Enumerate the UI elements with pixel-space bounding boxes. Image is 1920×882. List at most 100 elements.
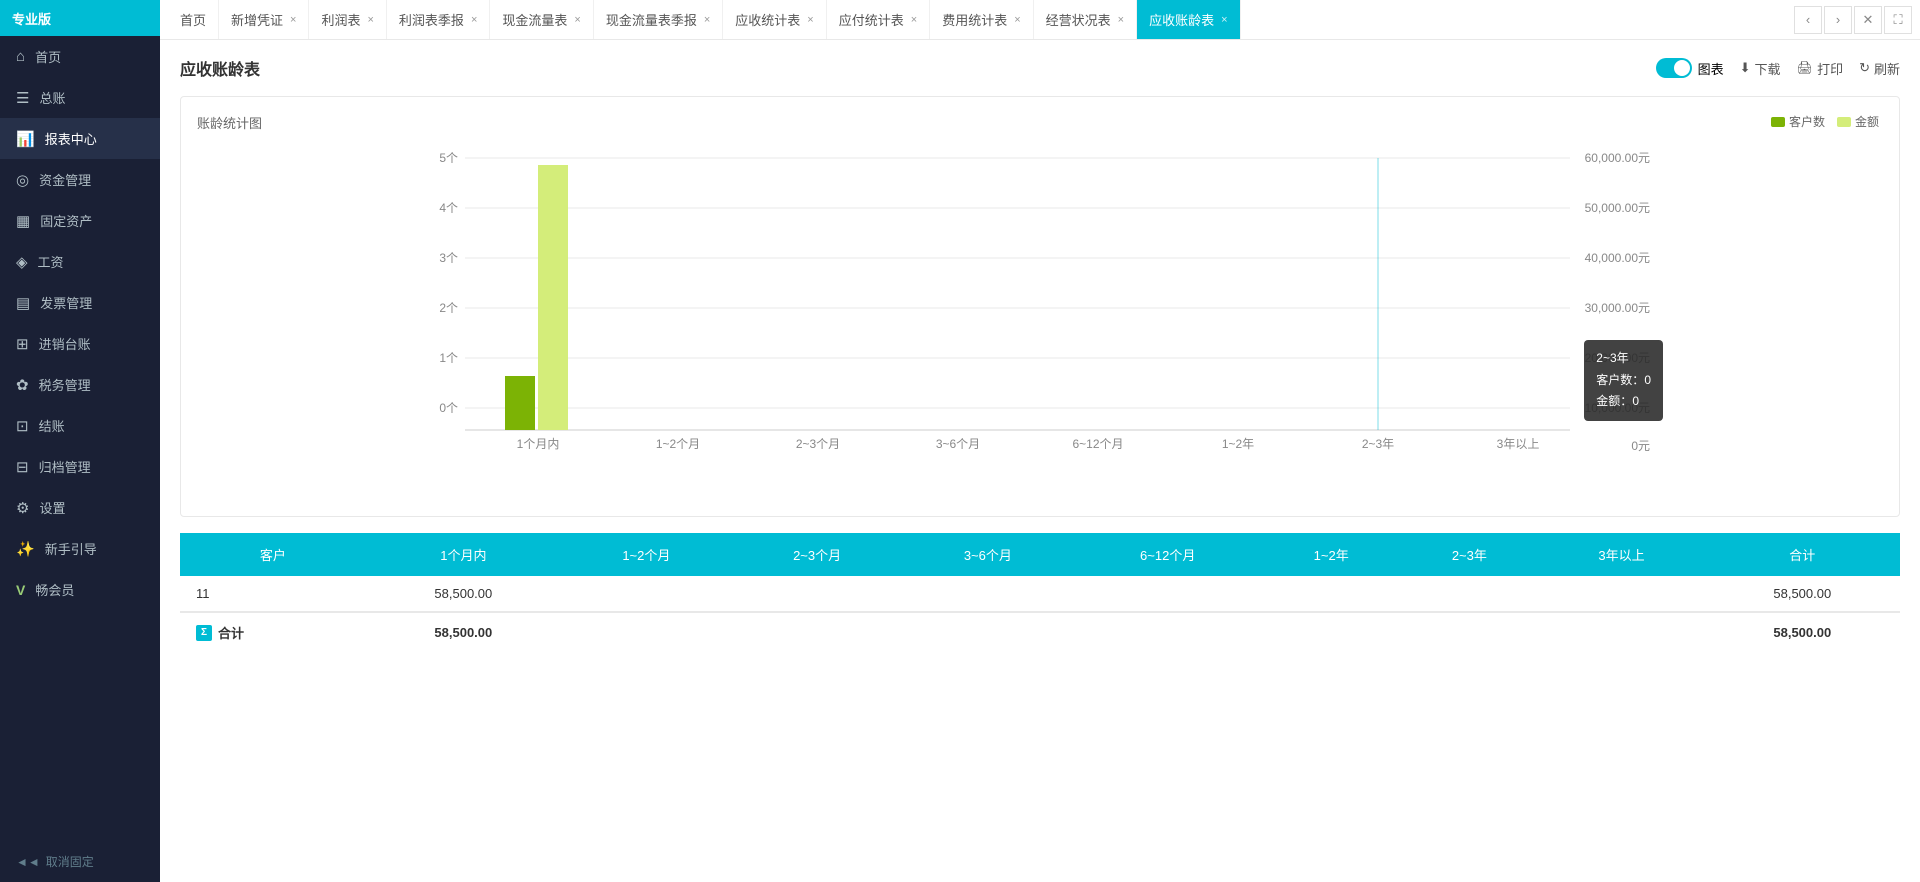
svg-text:3个: 3个 xyxy=(439,251,458,265)
toggle-knob[interactable] xyxy=(1656,58,1692,78)
sidebar-item-label: 税务管理 xyxy=(39,375,91,394)
svg-text:30,000.00元: 30,000.00元 xyxy=(1585,301,1650,315)
sidebar-item-settings[interactable]: ⚙ 设置 xyxy=(0,487,160,528)
total-label: Σ 合计 xyxy=(196,623,356,642)
tab-bar: 首页 新增凭证 × 利润表 × 利润表季报 × 现金流量表 × 现金流量表季报 … xyxy=(160,0,1920,40)
main-area: 首页 新增凭证 × 利润表 × 利润表季报 × 现金流量表 × 现金流量表季报 … xyxy=(160,0,1920,882)
sidebar-item-inventory[interactable]: ⊞ 进销台账 xyxy=(0,323,160,364)
chart-toggle-label: 图表 xyxy=(1698,59,1724,78)
tab-close-all[interactable]: ✕ xyxy=(1854,6,1882,34)
row-month3-6 xyxy=(902,576,1073,612)
table-header-row: 客户 1个月内 1~2个月 2~3个月 3~6个月 6~12个月 1~2年 2~… xyxy=(180,533,1900,576)
col-total: 合计 xyxy=(1705,533,1900,576)
tab-operations-close[interactable]: × xyxy=(1118,14,1124,26)
tab-cashflow-close[interactable]: × xyxy=(574,14,580,26)
tab-cashflow[interactable]: 现金流量表 × xyxy=(490,0,593,40)
tab-ar-stats[interactable]: 应收统计表 × xyxy=(723,0,826,40)
chart-svg: 5个 4个 3个 2个 1个 0个 60,000.00元 50,000.00元 … xyxy=(197,140,1883,480)
sidebar-item-salary[interactable]: ◈ 工资 xyxy=(0,241,160,282)
reports-icon: 📊 xyxy=(16,130,35,148)
sidebar-item-guide[interactable]: ✨ 新手引导 xyxy=(0,528,160,569)
svg-text:1~2个月: 1~2个月 xyxy=(656,437,700,451)
svg-text:6~12个月: 6~12个月 xyxy=(1072,437,1123,451)
tab-scroll-right[interactable]: › xyxy=(1824,6,1852,34)
svg-text:4个: 4个 xyxy=(439,201,458,215)
tab-voucher-close[interactable]: × xyxy=(290,14,296,26)
app-logo: 专业版 xyxy=(0,0,160,36)
download-label: 下载 xyxy=(1755,59,1781,78)
sidebar-item-assets[interactable]: ▦ 固定资产 xyxy=(0,200,160,241)
collapse-arrow-icon: ◄◄ xyxy=(16,855,40,869)
print-btn[interactable]: 🖨 打印 xyxy=(1797,59,1844,78)
col-month1-2: 1~2个月 xyxy=(561,533,732,576)
sidebar-item-vip[interactable]: V 畅会员 xyxy=(0,569,160,610)
tab-ap-stats-close[interactable]: × xyxy=(911,14,917,26)
row-total: 58,500.00 xyxy=(1705,576,1900,612)
home-icon: ⌂ xyxy=(16,48,25,65)
tab-expense-stats[interactable]: 费用统计表 × xyxy=(930,0,1033,40)
col-month3-6: 3~6个月 xyxy=(902,533,1073,576)
tab-ar-stats-close[interactable]: × xyxy=(807,14,813,26)
inventory-icon: ⊞ xyxy=(16,335,29,353)
refresh-btn[interactable]: ↻ 刷新 xyxy=(1859,59,1900,78)
svg-text:3年以上: 3年以上 xyxy=(1497,437,1540,451)
sidebar-item-label: 发票管理 xyxy=(40,293,92,312)
legend-customers: 客户数 xyxy=(1771,113,1825,130)
tab-profit-label: 利润表 xyxy=(321,10,360,29)
footer-month3-6 xyxy=(902,612,1073,652)
legend-amount-color xyxy=(1837,117,1851,127)
sidebar-item-archive[interactable]: ⊟ 归档管理 xyxy=(0,446,160,487)
tab-profit-quarterly[interactable]: 利润表季报 × xyxy=(387,0,490,40)
chart-legend: 客户数 金额 xyxy=(1771,113,1879,130)
tab-ap-stats-label: 应付统计表 xyxy=(839,10,904,29)
tab-ar-aging-close[interactable]: × xyxy=(1221,14,1227,26)
sidebar-item-label: 畅会员 xyxy=(35,580,74,599)
tab-profit-quarterly-label: 利润表季报 xyxy=(399,10,464,29)
tab-scroll-left[interactable]: ‹ xyxy=(1794,6,1822,34)
col-customer: 客户 xyxy=(180,533,366,576)
sidebar-item-reports[interactable]: 📊 报表中心 xyxy=(0,118,160,159)
tax-icon: ✿ xyxy=(16,376,29,394)
collapse-label: 取消固定 xyxy=(46,853,94,870)
sidebar-item-label: 报表中心 xyxy=(45,129,97,148)
tab-expense-stats-close[interactable]: × xyxy=(1014,14,1020,26)
row-year2-3 xyxy=(1400,576,1538,612)
tab-maximize[interactable]: ⛶ xyxy=(1884,6,1912,34)
sidebar-item-tax[interactable]: ✿ 税务管理 xyxy=(0,364,160,405)
tab-cashflow-quarterly[interactable]: 现金流量表季报 × xyxy=(594,0,723,40)
assets-icon: ▦ xyxy=(16,212,30,230)
sidebar-item-closing[interactable]: ⊡ 结账 xyxy=(0,405,160,446)
legend-amount-label: 金额 xyxy=(1855,113,1879,130)
tab-home[interactable]: 首页 xyxy=(168,0,219,40)
tab-ap-stats[interactable]: 应付统计表 × xyxy=(827,0,930,40)
tab-ar-aging[interactable]: 应收账龄表 × xyxy=(1137,0,1240,40)
tab-home-label: 首页 xyxy=(180,10,206,29)
page-header: 应收账龄表 图表 ⬇ 下载 🖨 打印 ↻ xyxy=(180,56,1900,80)
tab-operations[interactable]: 经营状况表 × xyxy=(1034,0,1137,40)
sidebar-item-home[interactable]: ⌂ 首页 xyxy=(0,36,160,77)
row-year1-2 xyxy=(1262,576,1400,612)
sidebar-item-funds[interactable]: ◎ 资金管理 xyxy=(0,159,160,200)
sidebar-collapse-btn[interactable]: ◄◄ 取消固定 xyxy=(0,841,160,882)
tab-profit[interactable]: 利润表 × xyxy=(309,0,386,40)
sidebar-item-label: 设置 xyxy=(39,498,65,517)
tab-profit-quarterly-close[interactable]: × xyxy=(471,14,477,26)
tab-voucher[interactable]: 新增凭证 × xyxy=(219,0,309,40)
tab-cashflow-quarterly-close[interactable]: × xyxy=(704,14,710,26)
table-row: 11 58,500.00 58,500.00 xyxy=(180,576,1900,612)
sidebar-item-invoice[interactable]: ▤ 发票管理 xyxy=(0,282,160,323)
print-icon: 🖨 xyxy=(1797,60,1814,76)
salary-icon: ◈ xyxy=(16,253,28,271)
page-inner: 应收账龄表 图表 ⬇ 下载 🖨 打印 ↻ xyxy=(160,40,1920,882)
svg-text:2~3年: 2~3年 xyxy=(1362,437,1394,451)
chart-toggle[interactable]: 图表 xyxy=(1656,58,1724,78)
ledger-icon: ☰ xyxy=(16,89,29,107)
sidebar-item-label: 新手引导 xyxy=(45,539,97,558)
tab-cashflow-label: 现金流量表 xyxy=(502,10,567,29)
tab-profit-close[interactable]: × xyxy=(367,14,373,26)
sidebar-item-ledger[interactable]: ☰ 总账 xyxy=(0,77,160,118)
tab-ar-stats-label: 应收统计表 xyxy=(735,10,800,29)
col-year3plus: 3年以上 xyxy=(1538,533,1704,576)
download-btn[interactable]: ⬇ 下载 xyxy=(1740,59,1781,78)
svg-text:1个: 1个 xyxy=(439,351,458,365)
